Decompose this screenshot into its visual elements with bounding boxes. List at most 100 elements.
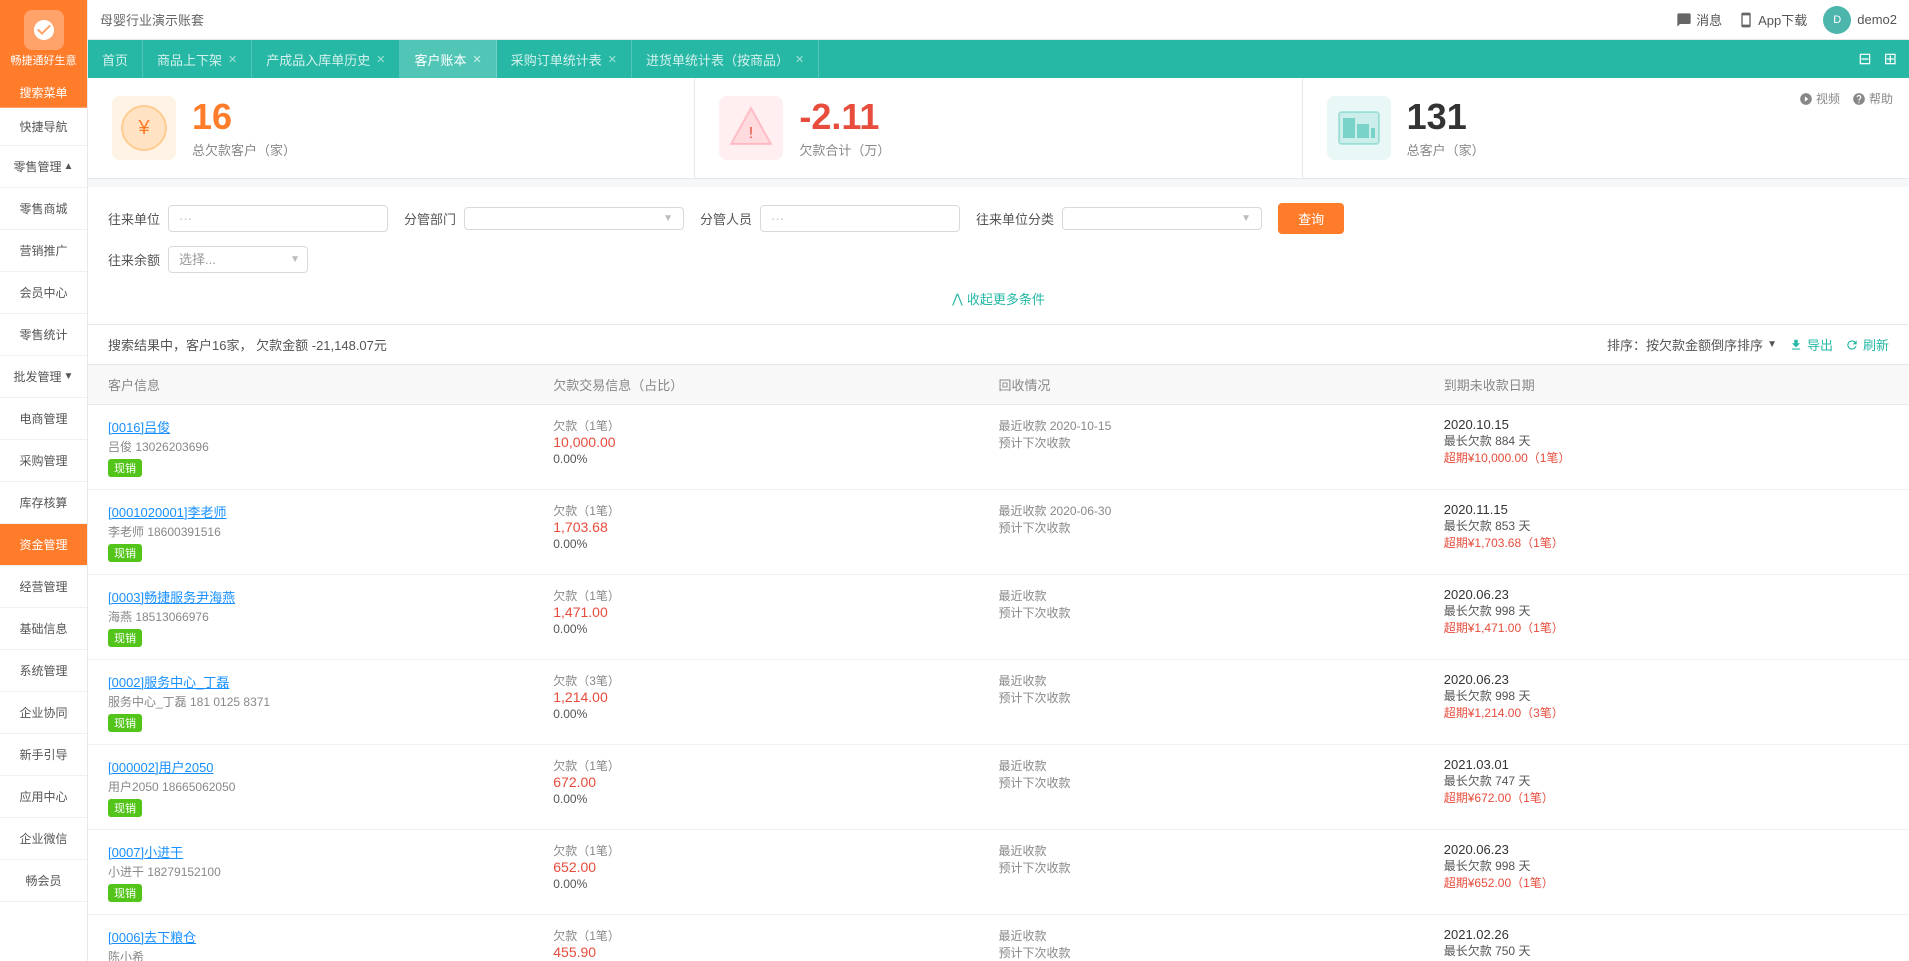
tab-home[interactable]: 首页: [88, 40, 143, 78]
due-date-3: 2020.06.23 最长欠款 998 天 超期¥1,214.00（3笔）: [1444, 672, 1889, 721]
total-customers-icon: [1327, 96, 1391, 160]
customer-tag-0: 现销: [108, 459, 142, 477]
export-label: 导出: [1807, 335, 1833, 354]
customer-name-5[interactable]: [0007]小进干: [108, 842, 553, 861]
tab-close-2[interactable]: ✕: [376, 53, 385, 66]
sidebar-item-purchase[interactable]: 采购管理: [0, 440, 87, 482]
customer-name-1[interactable]: [0001020001]李老师: [108, 502, 553, 521]
refresh-btn[interactable]: 刷新: [1845, 335, 1889, 354]
overdue-link-2[interactable]: 超期¥1,471.00（1笔）: [1444, 619, 1889, 636]
filter-area: 往来单位 ··· 分管部门 ▼ 分管人员 ···: [88, 187, 1909, 325]
tab-close-3[interactable]: ✕: [473, 53, 482, 66]
search-button[interactable]: 查询: [1278, 203, 1344, 234]
filter-row-1: 往来单位 ··· 分管部门 ▼ 分管人员 ···: [108, 203, 1889, 234]
customer-info-5: [0007]小进干 小进干 18279152100 现销: [108, 842, 553, 902]
search-menu[interactable]: 搜索菜单: [0, 78, 87, 108]
sidebar-item-operations[interactable]: 经营管理: [0, 566, 87, 608]
collection-info-6: 最近收款 预计下次收款: [999, 927, 1444, 961]
search-menu-label: 搜索菜单: [19, 86, 67, 100]
dept-select[interactable]: ▼: [464, 207, 684, 230]
sidebar-item-inventory[interactable]: 库存核算: [0, 482, 87, 524]
sidebar-item-newbie[interactable]: 新手引导: [0, 734, 87, 776]
customer-name-3[interactable]: [0002]服务中心_丁磊: [108, 672, 553, 691]
tab-product-shelf[interactable]: 商品上下架 ✕: [143, 40, 252, 78]
due-date-1: 2020.11.15 最长欠款 853 天 超期¥1,703.68（1笔）: [1444, 502, 1889, 551]
tab-close-4[interactable]: ✕: [608, 53, 617, 66]
overdue-link-0[interactable]: 超期¥10,000.00（1笔）: [1444, 449, 1889, 466]
dept-label: 分管部门: [404, 209, 456, 228]
customer-tag-2: 现销: [108, 629, 142, 647]
table-row: [0006]去下粮仓 陈小希 现销 欠款（1笔） 455.90 0.00% 最近…: [88, 915, 1909, 961]
debt-info-5: 欠款（1笔） 652.00 0.00%: [553, 842, 998, 891]
sidebar-item-system[interactable]: 系统管理: [0, 650, 87, 692]
sort-select[interactable]: 排序：按欠款金额倒序排序 ▼: [1607, 335, 1777, 354]
tabs-bar: 首页 商品上下架 ✕ 产成品入库单历史 ✕ 客户账本 ✕ 采购订单统计表 ✕ 进…: [88, 40, 1909, 78]
tab-close-1[interactable]: ✕: [228, 53, 237, 66]
sidebar-item-member-center[interactable]: 会员中心: [0, 272, 87, 314]
sidebar-item-finance[interactable]: 资金管理: [0, 524, 87, 566]
overdue-link-3[interactable]: 超期¥1,214.00（3笔）: [1444, 704, 1889, 721]
export-btn[interactable]: 导出: [1789, 335, 1833, 354]
customer-info-0: [0016]吕俊 吕俊 13026203696 现销: [108, 417, 553, 477]
tab-maximize-btn[interactable]: ⊞: [1880, 49, 1901, 69]
balance-select[interactable]: 选择...: [168, 246, 308, 273]
app-download-btn[interactable]: App下载: [1738, 10, 1807, 29]
overdue-link-4[interactable]: 超期¥672.00（1笔）: [1444, 789, 1889, 806]
help-btn[interactable]: 帮助: [1852, 90, 1893, 107]
sidebar-item-retail-mgmt[interactable]: 零售管理 ▲: [0, 146, 87, 188]
sidebar-item-app-center[interactable]: 应用中心: [0, 776, 87, 818]
app-name: 畅捷通好生意: [6, 54, 81, 68]
stat-debt-amount: ! -2.11 欠款合计（万）: [695, 78, 1302, 178]
svg-text:!: !: [749, 125, 753, 142]
overdue-link-5[interactable]: 超期¥652.00（1笔）: [1444, 874, 1889, 891]
tab-goods-stats[interactable]: 进货单统计表（按商品） ✕: [632, 40, 819, 78]
sidebar-item-basic-info[interactable]: 基础信息: [0, 608, 87, 650]
unit-class-label: 往来单位分类: [976, 209, 1054, 228]
debt-info-4: 欠款（1笔） 672.00 0.00%: [553, 757, 998, 806]
customer-tag-1: 现销: [108, 544, 142, 562]
customer-tag-4: 现销: [108, 799, 142, 817]
filter-person: 分管人员 ···: [700, 205, 960, 232]
sidebar-item-wecom[interactable]: 企业微信: [0, 818, 87, 860]
customer-name-4[interactable]: [000002]用户2050: [108, 757, 553, 776]
sidebar-item-retail-stats[interactable]: 零售统计: [0, 314, 87, 356]
collapse-btn[interactable]: ⋀ 收起更多条件: [108, 285, 1889, 316]
sidebar-item-vip[interactable]: 畅会员: [0, 860, 87, 902]
sidebar-item-wholesale-mgmt[interactable]: 批发管理 ▼: [0, 356, 87, 398]
tab-customer-ledger[interactable]: 客户账本 ✕: [400, 40, 496, 78]
customer-name-6[interactable]: [0006]去下粮仓: [108, 927, 553, 946]
video-btn[interactable]: 视频: [1799, 90, 1840, 107]
sidebar-item-marketing[interactable]: 营销推广: [0, 230, 87, 272]
stats-row: ¥ 16 总欠款客户（家） ! -2.11 欠款合计（万）: [88, 78, 1909, 179]
customer-name-2[interactable]: [0003]畅捷服务尹海燕: [108, 587, 553, 606]
debt-amount-info: -2.11 欠款合计（万）: [799, 97, 890, 160]
sidebar-item-corp-collab[interactable]: 企业协同: [0, 692, 87, 734]
from-unit-input[interactable]: ···: [168, 205, 388, 232]
tab-close-5[interactable]: ✕: [795, 53, 804, 66]
customer-name-0[interactable]: [0016]吕俊: [108, 417, 553, 436]
unit-class-select[interactable]: ▼: [1062, 207, 1262, 230]
person-input[interactable]: ···: [760, 205, 960, 232]
tab-purchase-stats[interactable]: 采购订单统计表 ✕: [497, 40, 632, 78]
debt-customers-info: 16 总欠款客户（家）: [192, 97, 296, 160]
tab-minimize-btn[interactable]: ⊟: [1854, 49, 1875, 69]
message-btn[interactable]: 消息: [1676, 10, 1722, 29]
sidebar-item-ecommerce[interactable]: 电商管理: [0, 398, 87, 440]
total-customers-info: 131 总客户（家）: [1407, 97, 1485, 160]
col-due-date: 到期未收款日期: [1444, 375, 1889, 394]
arrow-icon-2: ▼: [64, 371, 74, 382]
sort-label: 排序：按欠款金额倒序排序: [1607, 335, 1763, 354]
tab-inventory-history[interactable]: 产成品入库单历史 ✕: [252, 40, 400, 78]
col-collection: 回收情况: [999, 375, 1444, 394]
overdue-link-1[interactable]: 超期¥1,703.68（1笔）: [1444, 534, 1889, 551]
sidebar-item-retail-mall[interactable]: 零售商城: [0, 188, 87, 230]
sort-arrow-icon: ▼: [1767, 339, 1777, 350]
quick-nav[interactable]: 快捷导航: [0, 108, 87, 146]
topbar-right: 消息 App下载 D demo2: [1676, 6, 1897, 34]
due-date-5: 2020.06.23 最长欠款 998 天 超期¥652.00（1笔）: [1444, 842, 1889, 891]
debt-customers-icon: ¥: [112, 96, 176, 160]
results-bar: 搜索结果中，客户16家， 欠款金额 -21,148.07元 排序：按欠款金额倒序…: [88, 325, 1909, 365]
table-row: [0007]小进干 小进干 18279152100 现销 欠款（1笔） 652.…: [88, 830, 1909, 915]
user-menu[interactable]: D demo2: [1823, 6, 1897, 34]
total-customers-label: 总客户（家）: [1407, 140, 1485, 159]
